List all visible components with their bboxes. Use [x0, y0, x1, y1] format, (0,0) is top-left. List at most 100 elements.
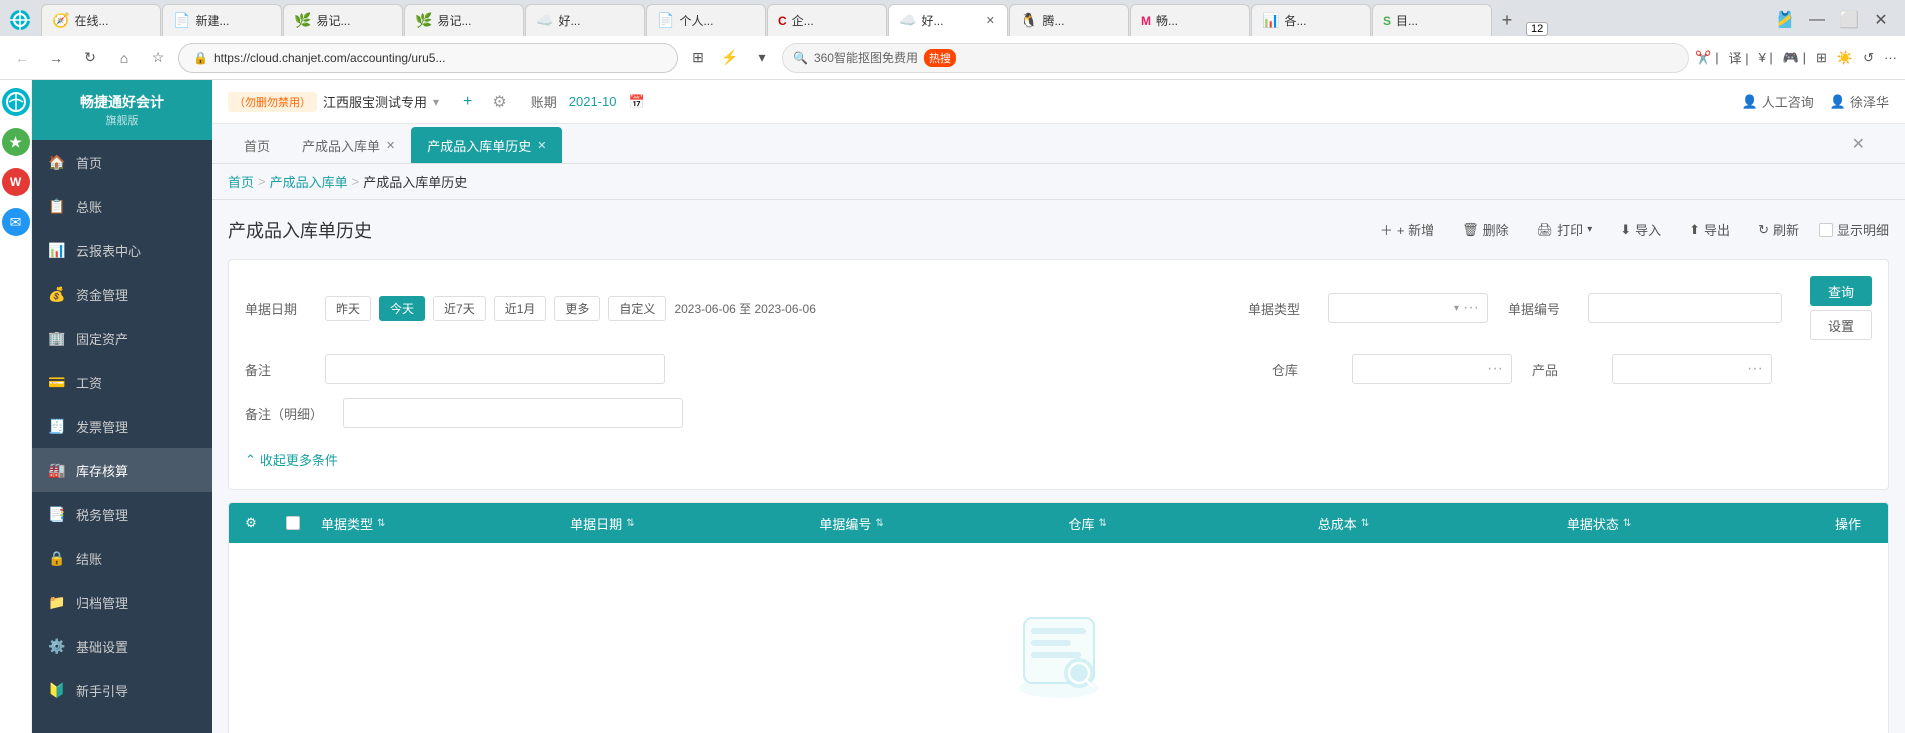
query-button[interactable]: 查询	[1810, 276, 1872, 306]
lightning-button[interactable]: ⚡	[716, 44, 744, 72]
table-select-all[interactable]	[273, 516, 313, 530]
remark-detail-filter-input[interactable]	[343, 398, 683, 428]
refresh-toolbar-button[interactable]: ↻ 刷新	[1750, 216, 1807, 243]
delete-button[interactable]: 🗑 删除	[1454, 216, 1517, 243]
sidebar-item-close[interactable]: 🔒 结账	[32, 536, 212, 580]
export-button[interactable]: ⬆ 导出	[1681, 216, 1738, 243]
tab-qiye[interactable]: C 企...	[767, 4, 887, 36]
warehouse-dots-icon[interactable]: ···	[1487, 360, 1503, 378]
refresh-button[interactable]: ↻	[76, 44, 104, 72]
th-type[interactable]: 单据类型 ⇅	[313, 514, 562, 533]
add-button[interactable]: ＋ + 新增	[1372, 216, 1442, 243]
import-button[interactable]: ⬇ 导入	[1612, 216, 1669, 243]
tab-ge[interactable]: 📊 各...	[1251, 4, 1371, 36]
sidebar-item-inventory[interactable]: 🏭 库存核算	[32, 448, 212, 492]
customize-tab-button[interactable]: 🎽	[1773, 8, 1797, 32]
tab-yiji1[interactable]: 🌿 易记...	[283, 4, 403, 36]
home-button[interactable]: ⌂	[110, 44, 138, 72]
sidebar-item-payroll[interactable]: 💳 工资	[32, 360, 212, 404]
page-tab-close-inventory-list[interactable]: ✕	[386, 139, 395, 152]
undo-button[interactable]: ↺	[1863, 50, 1874, 66]
collapse-button[interactable]: ⌃ 收起更多条件	[245, 450, 1872, 469]
date-btn-yesterday[interactable]: 昨天	[325, 296, 371, 321]
date-btn-more[interactable]: 更多	[554, 296, 600, 321]
new-tab-button[interactable]: +	[1493, 6, 1521, 34]
warehouse-filter-select[interactable]: ···	[1352, 354, 1512, 384]
th-cost[interactable]: 总成本 ⇅	[1310, 514, 1559, 533]
address-input[interactable]: 🔒 https://cloud.chanjet.com/accounting/u…	[178, 43, 678, 73]
add-company-btn[interactable]: +	[463, 93, 472, 111]
page-tab-inventory-list[interactable]: 产成品入库单 ✕	[286, 127, 411, 163]
breadcrumb-parent[interactable]: 产成品入库单	[270, 172, 348, 191]
translate-button[interactable]: 译 |	[1729, 48, 1749, 67]
back-button[interactable]: ←	[8, 44, 36, 72]
product-dots-icon[interactable]: ···	[1747, 360, 1763, 378]
tab-hao1[interactable]: ☁️ 好...	[525, 4, 645, 36]
th-status[interactable]: 单据状态 ⇅	[1559, 514, 1808, 533]
tab-zaizai[interactable]: 🧭 在线...	[41, 4, 161, 36]
sidebar-item-fixed-assets[interactable]: 🏢 固定资产	[32, 316, 212, 360]
page-tab-inventory-history[interactable]: 产成品入库单历史 ✕	[411, 127, 562, 163]
user-info[interactable]: 👤 徐泽华	[1830, 92, 1889, 111]
display-detail-checkbox[interactable]	[1819, 223, 1833, 237]
sidebar-item-fund[interactable]: 💰 资金管理	[32, 272, 212, 316]
display-detail-toggle[interactable]: 显示明细	[1819, 220, 1889, 239]
tab-hao-active[interactable]: ☁️ 好... ✕	[888, 4, 1008, 36]
sidebar-item-archive[interactable]: 📁 归档管理	[32, 580, 212, 624]
sidebar-item-ledger[interactable]: 📋 总账	[32, 184, 212, 228]
print-button[interactable]: 🖨 打印 ▾	[1529, 216, 1601, 243]
settings-period-btn[interactable]: ⚙	[492, 92, 506, 112]
type-filter-select[interactable]: ▾ ···	[1328, 293, 1488, 323]
tab-yiji2[interactable]: 🌿 易记...	[404, 4, 524, 36]
tab-close-hao[interactable]: ✕	[984, 12, 997, 29]
remark-filter-input[interactable]	[325, 354, 665, 384]
date-btn-today[interactable]: 今天	[379, 296, 425, 321]
more-button[interactable]: ···	[1884, 50, 1897, 65]
apps-button[interactable]: ⊞	[1816, 50, 1827, 66]
browser-sidebar-app3[interactable]: W	[2, 168, 30, 196]
browser-sidebar-app4[interactable]: ✉	[2, 208, 30, 236]
date-btn-1month[interactable]: 近1月	[494, 296, 547, 321]
product-filter-select[interactable]: ···	[1612, 354, 1772, 384]
tab-geren[interactable]: 📄 个人...	[646, 4, 766, 36]
sidebar-item-invoice[interactable]: 🧾 发票管理	[32, 404, 212, 448]
page-tab-home[interactable]: 首页	[228, 127, 286, 163]
minimize-button[interactable]: —	[1805, 8, 1829, 32]
theme-button[interactable]: ☀️	[1837, 50, 1853, 66]
company-selector[interactable]: （勿删勿禁用） 江西服宝测试专用 ▾	[228, 92, 439, 112]
type-clear-icon[interactable]: ···	[1463, 299, 1479, 317]
period-value[interactable]: 2021-10	[569, 94, 617, 109]
browser-sidebar-app2[interactable]: ★	[2, 128, 30, 156]
support-button[interactable]: 👤 人工咨询	[1742, 92, 1814, 111]
th-date[interactable]: 单据日期 ⇅	[562, 514, 811, 533]
gamepad-button[interactable]: 🎮 |	[1783, 50, 1806, 66]
close-all-tabs-button[interactable]: ✕	[1852, 134, 1865, 154]
th-warehouse[interactable]: 仓库 ⇅	[1061, 514, 1310, 533]
select-all-checkbox[interactable]	[286, 516, 300, 530]
sidebar-item-tax[interactable]: 📑 税务管理	[32, 492, 212, 536]
tab-new[interactable]: 📄 新建...	[162, 4, 282, 36]
sidebar-item-home[interactable]: 🏠 首页	[32, 140, 212, 184]
number-filter-input[interactable]	[1588, 293, 1782, 323]
table-settings-button[interactable]: ⚙	[229, 515, 273, 531]
date-btn-7days[interactable]: 近7天	[433, 296, 486, 321]
search-bar[interactable]: 🔍 360智能抠图免费用 热搜	[782, 43, 1689, 73]
sidebar-item-guide[interactable]: 🔰 新手引导	[32, 668, 212, 712]
scissors-button[interactable]: ✂️ |	[1695, 50, 1718, 66]
tab-mu[interactable]: S 目...	[1372, 4, 1492, 36]
dropdown-button[interactable]: ▾	[748, 44, 776, 72]
calendar-icon[interactable]: 📅	[628, 94, 644, 110]
breadcrumb-home[interactable]: 首页	[228, 172, 254, 191]
yuan-button[interactable]: ¥ |	[1759, 50, 1773, 65]
page-tab-close-inventory-history[interactable]: ✕	[537, 139, 546, 152]
bookmark-button[interactable]: ☆	[144, 44, 172, 72]
tab-teng[interactable]: 🐧 腾...	[1009, 4, 1129, 36]
set-button[interactable]: 设置	[1810, 310, 1872, 340]
date-btn-custom[interactable]: 自定义	[608, 296, 666, 321]
sidebar-item-cloud-report[interactable]: 📊 云报表中心	[32, 228, 212, 272]
browser-sidebar-app1[interactable]	[2, 88, 30, 116]
sidebar-item-settings[interactable]: ⚙️ 基础设置	[32, 624, 212, 668]
tab-chang[interactable]: M 畅...	[1130, 4, 1250, 36]
forward-button[interactable]: →	[42, 44, 70, 72]
maximize-button[interactable]: ⬜	[1837, 8, 1861, 32]
